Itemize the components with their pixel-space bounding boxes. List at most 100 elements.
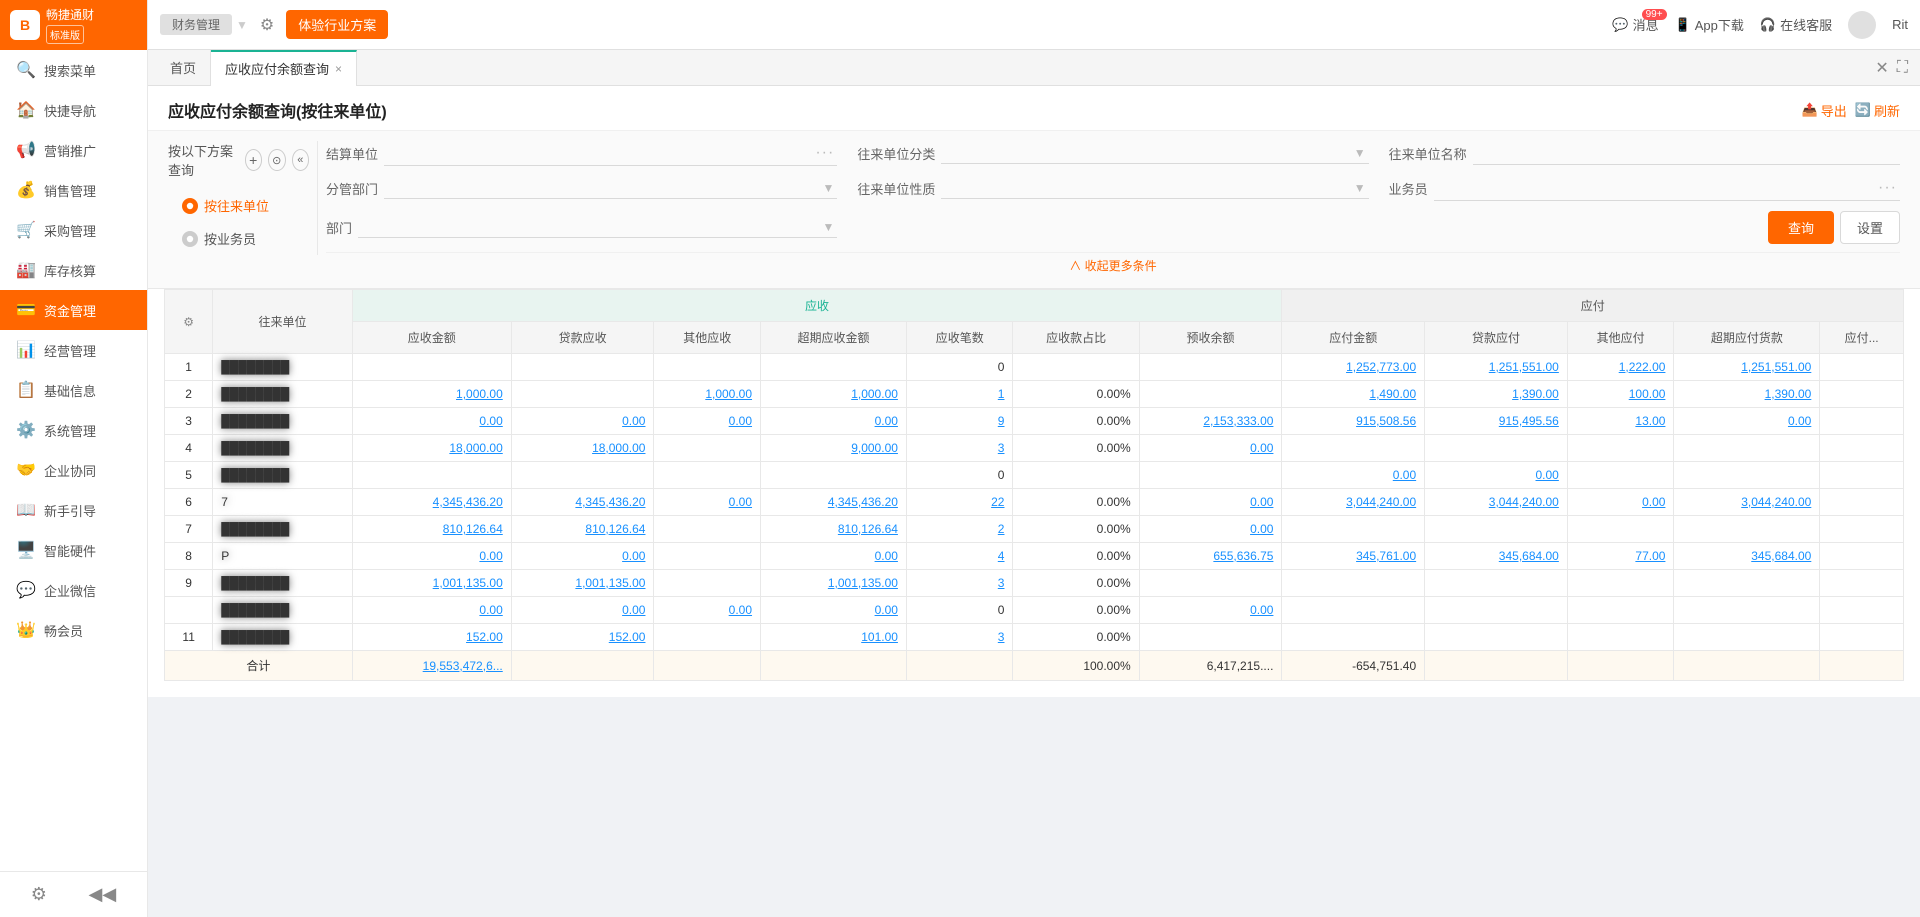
row-ar-count[interactable]: 3 — [906, 570, 1013, 597]
sidebar-item-search[interactable]: 🔍 搜索菜单 — [0, 50, 147, 90]
row-overdue-ap[interactable]: 3,044,240.00 — [1674, 489, 1820, 516]
row-ar-count[interactable]: 0 — [906, 354, 1013, 381]
row-loan-ar[interactable]: 0.00 — [511, 408, 654, 435]
row-loan-ap[interactable]: 915,495.56 — [1425, 408, 1568, 435]
export-button[interactable]: 📤 导出 — [1802, 101, 1847, 120]
settings-icon[interactable]: ⚙ — [31, 884, 47, 905]
row-prepay-balance[interactable]: 655,636.75 — [1139, 543, 1282, 570]
sidebar-item-base[interactable]: 📋 基础信息 — [0, 370, 147, 410]
row-overdue-ar[interactable]: 1,000.00 — [761, 381, 907, 408]
row-other-ar[interactable]: 0.00 — [654, 408, 761, 435]
notice-button[interactable]: 💬 消息 99+ — [1612, 15, 1658, 34]
row-overdue-ar[interactable]: 4,345,436.20 — [761, 489, 907, 516]
row-ar-amount[interactable]: 1,001,135.00 — [352, 570, 511, 597]
row-overdue-ap[interactable]: 1,251,551.00 — [1674, 354, 1820, 381]
row-ar-count[interactable]: 4 — [906, 543, 1013, 570]
row-ar-ratio[interactable]: 0.00% — [1013, 570, 1139, 597]
row-overdue-ap[interactable]: 1,390.00 — [1674, 381, 1820, 408]
row-ap-amount[interactable]: 3,044,240.00 — [1282, 489, 1425, 516]
row-loan-ap[interactable]: 0.00 — [1425, 462, 1568, 489]
row-overdue-ar[interactable]: 0.00 — [761, 408, 907, 435]
row-ar-ratio[interactable]: 0.00% — [1013, 624, 1139, 651]
row-loan-ar[interactable]: 4,345,436.20 — [511, 489, 654, 516]
row-overdue-ar[interactable]: 0.00 — [761, 597, 907, 624]
row-ap-amount[interactable]: 1,252,773.00 — [1282, 354, 1425, 381]
row-ar-ratio[interactable]: 0.00% — [1013, 435, 1139, 462]
row-prepay-balance[interactable]: 2,153,333.00 — [1139, 408, 1282, 435]
settlement-unit-input[interactable]: ··· — [384, 141, 837, 166]
sidebar-item-operation[interactable]: 📊 经营管理 — [0, 330, 147, 370]
row-loan-ap[interactable]: 3,044,240.00 — [1425, 489, 1568, 516]
row-other-ap[interactable]: 100.00 — [1567, 381, 1674, 408]
row-ar-count[interactable]: 3 — [906, 624, 1013, 651]
sidebar-item-guide[interactable]: 📖 新手引导 — [0, 490, 147, 530]
sidebar-item-system[interactable]: ⚙️ 系统管理 — [0, 410, 147, 450]
sidebar-item-marketing[interactable]: 📢 营销推广 — [0, 130, 147, 170]
row-ar-ratio[interactable]: 0.00% — [1013, 516, 1139, 543]
row-loan-ap[interactable]: 1,251,551.00 — [1425, 354, 1568, 381]
filter-more-button[interactable]: « — [292, 149, 310, 171]
row-overdue-ar[interactable]: 101.00 — [761, 624, 907, 651]
filter-collapse-button[interactable]: ∧ 收起更多条件 — [326, 252, 1900, 278]
promo-button[interactable]: 体验行业方案 — [286, 10, 388, 39]
row-other-ar[interactable]: 0.00 — [654, 489, 761, 516]
row-loan-ap[interactable]: 345,684.00 — [1425, 543, 1568, 570]
row-ar-amount[interactable]: 0.00 — [352, 408, 511, 435]
row-ar-count[interactable]: 2 — [906, 516, 1013, 543]
sidebar-item-sales[interactable]: 💰 销售管理 — [0, 170, 147, 210]
row-ap-amount[interactable]: 0.00 — [1282, 462, 1425, 489]
settings-button[interactable]: 设置 — [1840, 211, 1900, 244]
refresh-button[interactable]: 🔄 刷新 — [1855, 101, 1900, 120]
row-ap-amount[interactable]: 1,490.00 — [1282, 381, 1425, 408]
dept-manager-select[interactable]: ▼ — [384, 178, 837, 199]
row-loan-ap[interactable]: 1,390.00 — [1425, 381, 1568, 408]
sidebar-item-purchase[interactable]: 🛒 采购管理 — [0, 210, 147, 250]
collapse-icon[interactable]: ◀◀ — [89, 884, 117, 905]
row-ap-amount[interactable]: 915,508.56 — [1282, 408, 1425, 435]
row-other-ap[interactable]: 13.00 — [1567, 408, 1674, 435]
sidebar-item-inventory[interactable]: 🏭 库存核算 — [0, 250, 147, 290]
row-ar-amount[interactable]: 810,126.64 — [352, 516, 511, 543]
row-ar-amount[interactable]: 18,000.00 — [352, 435, 511, 462]
row-ar-amount[interactable]: 0.00 — [352, 543, 511, 570]
row-ap-amount[interactable]: 345,761.00 — [1282, 543, 1425, 570]
partner-name-input[interactable] — [1473, 143, 1900, 165]
row-loan-ar[interactable]: 152.00 — [511, 624, 654, 651]
tab-expand-icon[interactable]: ⛶ — [1897, 59, 1908, 77]
row-loan-ar[interactable]: 1,001,135.00 — [511, 570, 654, 597]
tab-close-icon[interactable]: × — [335, 62, 342, 76]
row-prepay-balance[interactable]: 0.00 — [1139, 435, 1282, 462]
tab-close-all-icon[interactable]: ✕ — [1875, 58, 1888, 78]
row-other-ap[interactable]: 77.00 — [1567, 543, 1674, 570]
row-ar-amount[interactable]: 0.00 — [352, 597, 511, 624]
row-ar-amount[interactable]: 4,345,436.20 — [352, 489, 511, 516]
row-loan-ar[interactable]: 810,126.64 — [511, 516, 654, 543]
tab-query[interactable]: 应收应付余额查询 × — [211, 50, 357, 86]
query-button[interactable]: 查询 — [1768, 211, 1834, 244]
row-loan-ar[interactable]: 0.00 — [511, 597, 654, 624]
sidebar-item-collab[interactable]: 🤝 企业协同 — [0, 450, 147, 490]
panel-item-by-partner[interactable]: 按往来单位 — [168, 189, 309, 222]
row-ar-ratio[interactable]: 0.00% — [1013, 597, 1139, 624]
row-ar-amount[interactable]: 152.00 — [352, 624, 511, 651]
sidebar-item-wechat[interactable]: 💬 企业微信 — [0, 570, 147, 610]
salesman-input[interactable]: ··· — [1434, 176, 1900, 201]
table-settings-icon[interactable]: ⚙ — [183, 315, 194, 329]
row-ar-amount[interactable]: 1,000.00 — [352, 381, 511, 408]
row-ar-ratio[interactable]: 0.00% — [1013, 543, 1139, 570]
sidebar-item-quicknav[interactable]: 🏠 快捷导航 — [0, 90, 147, 130]
row-other-ar[interactable]: 1,000.00 — [654, 381, 761, 408]
sidebar-item-member[interactable]: 👑 畅会员 — [0, 610, 147, 650]
row-other-ar[interactable]: 0.00 — [654, 597, 761, 624]
app-download-button[interactable]: 📱 App下载 — [1675, 15, 1744, 34]
row-prepay-balance[interactable]: 0.00 — [1139, 597, 1282, 624]
row-overdue-ap[interactable]: 0.00 — [1674, 408, 1820, 435]
panel-item-by-salesman[interactable]: 按业务员 — [168, 222, 309, 255]
row-ar-count[interactable]: 3 — [906, 435, 1013, 462]
sidebar-item-hardware[interactable]: 🖥️ 智能硬件 — [0, 530, 147, 570]
row-overdue-ar[interactable]: 1,001,135.00 — [761, 570, 907, 597]
row-ar-ratio[interactable]: 0.00% — [1013, 489, 1139, 516]
partner-category-select[interactable]: ▼ — [941, 143, 1368, 164]
row-overdue-ar[interactable]: 0.00 — [761, 543, 907, 570]
row-loan-ar[interactable]: 18,000.00 — [511, 435, 654, 462]
